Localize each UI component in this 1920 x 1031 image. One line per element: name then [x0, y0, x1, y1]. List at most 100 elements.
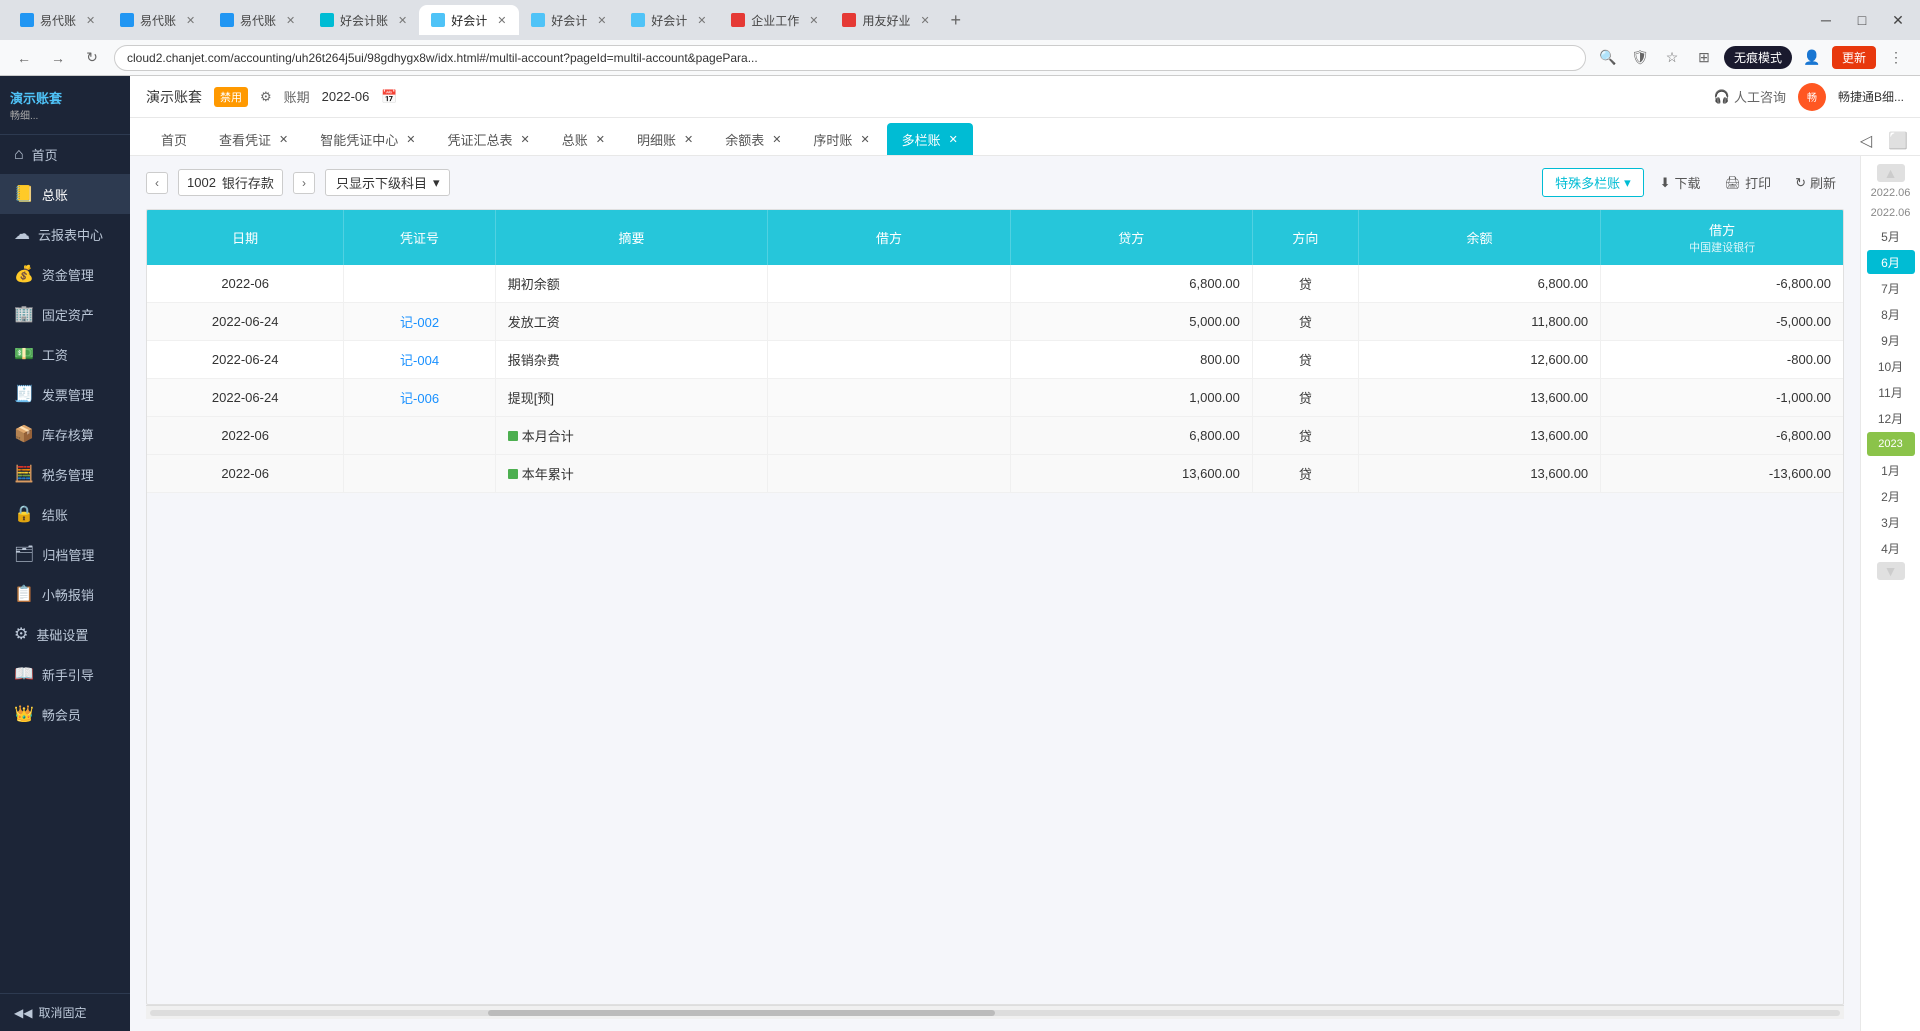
new-tab-button[interactable]: + [942, 6, 970, 34]
month-5[interactable]: 5月 [1867, 224, 1915, 248]
tab-smart-voucher-close[interactable]: ✕ [406, 133, 415, 146]
download-button[interactable]: ⬇ 下载 [1652, 169, 1709, 196]
sidebar-item-guide[interactable]: 📖 新手引导 [0, 654, 130, 694]
month-6[interactable]: 6月 [1867, 250, 1915, 274]
month-2023-3[interactable]: 3月 [1867, 510, 1915, 534]
tab-close-2[interactable]: ✕ [186, 14, 195, 27]
minimize-button[interactable]: ─ [1812, 6, 1840, 34]
sidebar-item-expense[interactable]: 📋 小畅报销 [0, 574, 130, 614]
filter-selector[interactable]: 只显示下级科目 ▾ [325, 169, 451, 196]
sidebar-item-archive[interactable]: 🗂 归档管理 [0, 534, 130, 574]
tab-multi-column[interactable]: 多栏账 ✕ [887, 123, 973, 155]
back-button[interactable]: ← [12, 46, 36, 70]
sidebar-item-ledger[interactable]: 📒 总账 [0, 174, 130, 214]
sidebar-item-vip[interactable]: 👑 畅会员 [0, 694, 130, 734]
prev-subject-button[interactable]: ‹ [146, 172, 168, 194]
wuhen-mode-button[interactable]: 无痕模式 [1724, 46, 1792, 69]
tab-close-9[interactable]: ✕ [920, 14, 929, 27]
browser-tab-4[interactable]: 好会计账 ✕ [308, 5, 419, 35]
month-9[interactable]: 9月 [1867, 328, 1915, 352]
browser-tab-3[interactable]: 易代账 ✕ [208, 5, 308, 35]
voucher-link[interactable]: 记-002 [400, 315, 439, 330]
subject-selector[interactable]: 1002 银行存款 [178, 169, 283, 196]
extension-icon[interactable]: ⊞ [1692, 46, 1716, 70]
close-button[interactable]: ✕ [1884, 6, 1912, 34]
user-profile-icon[interactable]: 👤 [1800, 46, 1824, 70]
browser-tab-7[interactable]: 好会计 ✕ [619, 5, 719, 35]
voucher-link[interactable]: 记-006 [400, 391, 439, 406]
browser-tab-9[interactable]: 用友好业 ✕ [830, 5, 941, 35]
tab-sequence-ledger-close[interactable]: ✕ [860, 133, 869, 146]
url-input[interactable]: cloud2.chanjet.com/accounting/uh26t264j5… [114, 45, 1586, 71]
tab-voucher-view[interactable]: 查看凭证 ✕ [204, 123, 303, 155]
month-7[interactable]: 7月 [1867, 276, 1915, 300]
tab-collapse-button[interactable]: ◁ [1852, 127, 1880, 155]
tab-close-5[interactable]: ✕ [497, 14, 506, 27]
sidebar-item-payroll[interactable]: 💵 工资 [0, 334, 130, 374]
sidebar-item-tax[interactable]: 🧮 税务管理 [0, 454, 130, 494]
browser-tab-2[interactable]: 易代账 ✕ [108, 5, 208, 35]
browser-tab-8[interactable]: 企业工作 ✕ [719, 5, 830, 35]
tab-voucher-summary-close[interactable]: ✕ [521, 133, 530, 146]
tab-close-8[interactable]: ✕ [809, 14, 818, 27]
browser-tab-6[interactable]: 好会计 ✕ [519, 5, 619, 35]
maximize-button[interactable]: □ [1848, 6, 1876, 34]
consult-button[interactable]: 🎧 人工咨询 [1714, 87, 1786, 106]
sidebar-item-settings[interactable]: ⚙ 基础设置 [0, 614, 130, 654]
update-button[interactable]: 更新 [1832, 46, 1876, 69]
month-2023-4[interactable]: 4月 [1867, 536, 1915, 560]
tab-expand-button[interactable]: ⬜ [1884, 127, 1912, 155]
refresh-btn[interactable]: ↻ 刷新 [1787, 169, 1844, 196]
tab-balance-close[interactable]: ✕ [772, 133, 781, 146]
sidebar-item-fund[interactable]: 💰 资金管理 [0, 254, 130, 294]
shield-icon[interactable]: 🛡 [1628, 46, 1652, 70]
tab-sequence-ledger[interactable]: 序时账 ✕ [798, 123, 884, 155]
tab-smart-voucher[interactable]: 智能凭证中心 ✕ [305, 123, 430, 155]
horizontal-scrollbar[interactable] [146, 1005, 1844, 1019]
tab-close-1[interactable]: ✕ [86, 14, 95, 27]
sidebar-item-home[interactable]: ⌂ 首页 [0, 135, 130, 174]
next-subject-button[interactable]: › [293, 172, 315, 194]
browser-tab-1[interactable]: 易代账 ✕ [8, 5, 108, 35]
tab-close-7[interactable]: ✕ [697, 14, 706, 27]
tab-close-3[interactable]: ✕ [286, 14, 295, 27]
month-2023-2[interactable]: 2月 [1867, 484, 1915, 508]
scroll-down-button[interactable]: ▼ [1877, 562, 1905, 580]
voucher-link[interactable]: 记-004 [400, 353, 439, 368]
sidebar-item-inventory[interactable]: 📦 库存核算 [0, 414, 130, 454]
month-2023-1[interactable]: 1月 [1867, 458, 1915, 482]
settings-icon-topbar[interactable]: ⚙ [260, 89, 272, 105]
sidebar-pin-button[interactable]: ◀◀ 取消固定 [0, 993, 130, 1031]
month-10[interactable]: 10月 [1867, 354, 1915, 378]
special-multicolumn-button[interactable]: 特殊多栏账 ▾ [1542, 168, 1644, 197]
tab-voucher-view-close[interactable]: ✕ [279, 133, 288, 146]
tab-home[interactable]: 首页 [146, 123, 202, 155]
tab-voucher-summary[interactable]: 凭证汇总表 ✕ [432, 123, 544, 155]
fixed-assets-icon: 🏢 [14, 304, 34, 324]
tab-general-ledger-close[interactable]: ✕ [596, 133, 605, 146]
tab-close-6[interactable]: ✕ [597, 14, 606, 27]
scroll-thumb[interactable] [488, 1010, 995, 1016]
sidebar-item-closing[interactable]: 🔒 结账 [0, 494, 130, 534]
month-11[interactable]: 11月 [1867, 380, 1915, 404]
menu-icon[interactable]: ⋮ [1884, 46, 1908, 70]
month-12[interactable]: 12月 [1867, 406, 1915, 430]
search-icon[interactable]: 🔍 [1596, 46, 1620, 70]
tab-detail-ledger[interactable]: 明细账 ✕ [622, 123, 708, 155]
print-button[interactable]: 🖨 打印 [1717, 169, 1780, 196]
scroll-up-button[interactable]: ▲ [1877, 164, 1905, 182]
browser-tab-5[interactable]: 好会计 ✕ [419, 5, 519, 35]
tab-balance[interactable]: 余额表 ✕ [710, 123, 796, 155]
month-8[interactable]: 8月 [1867, 302, 1915, 326]
calendar-icon[interactable]: 📅 [381, 89, 397, 105]
forward-button[interactable]: → [46, 46, 70, 70]
tab-general-ledger[interactable]: 总账 ✕ [547, 123, 620, 155]
sidebar-item-invoice[interactable]: 🧾 发票管理 [0, 374, 130, 414]
tab-detail-ledger-close[interactable]: ✕ [684, 133, 693, 146]
star-icon[interactable]: ☆ [1660, 46, 1684, 70]
sidebar-item-fixed-assets[interactable]: 🏢 固定资产 [0, 294, 130, 334]
tab-multi-column-close[interactable]: ✕ [949, 133, 958, 146]
refresh-button[interactable]: ↻ [80, 46, 104, 70]
sidebar-item-cloud-report[interactable]: ☁ 云报表中心 [0, 214, 130, 254]
tab-close-4[interactable]: ✕ [398, 14, 407, 27]
